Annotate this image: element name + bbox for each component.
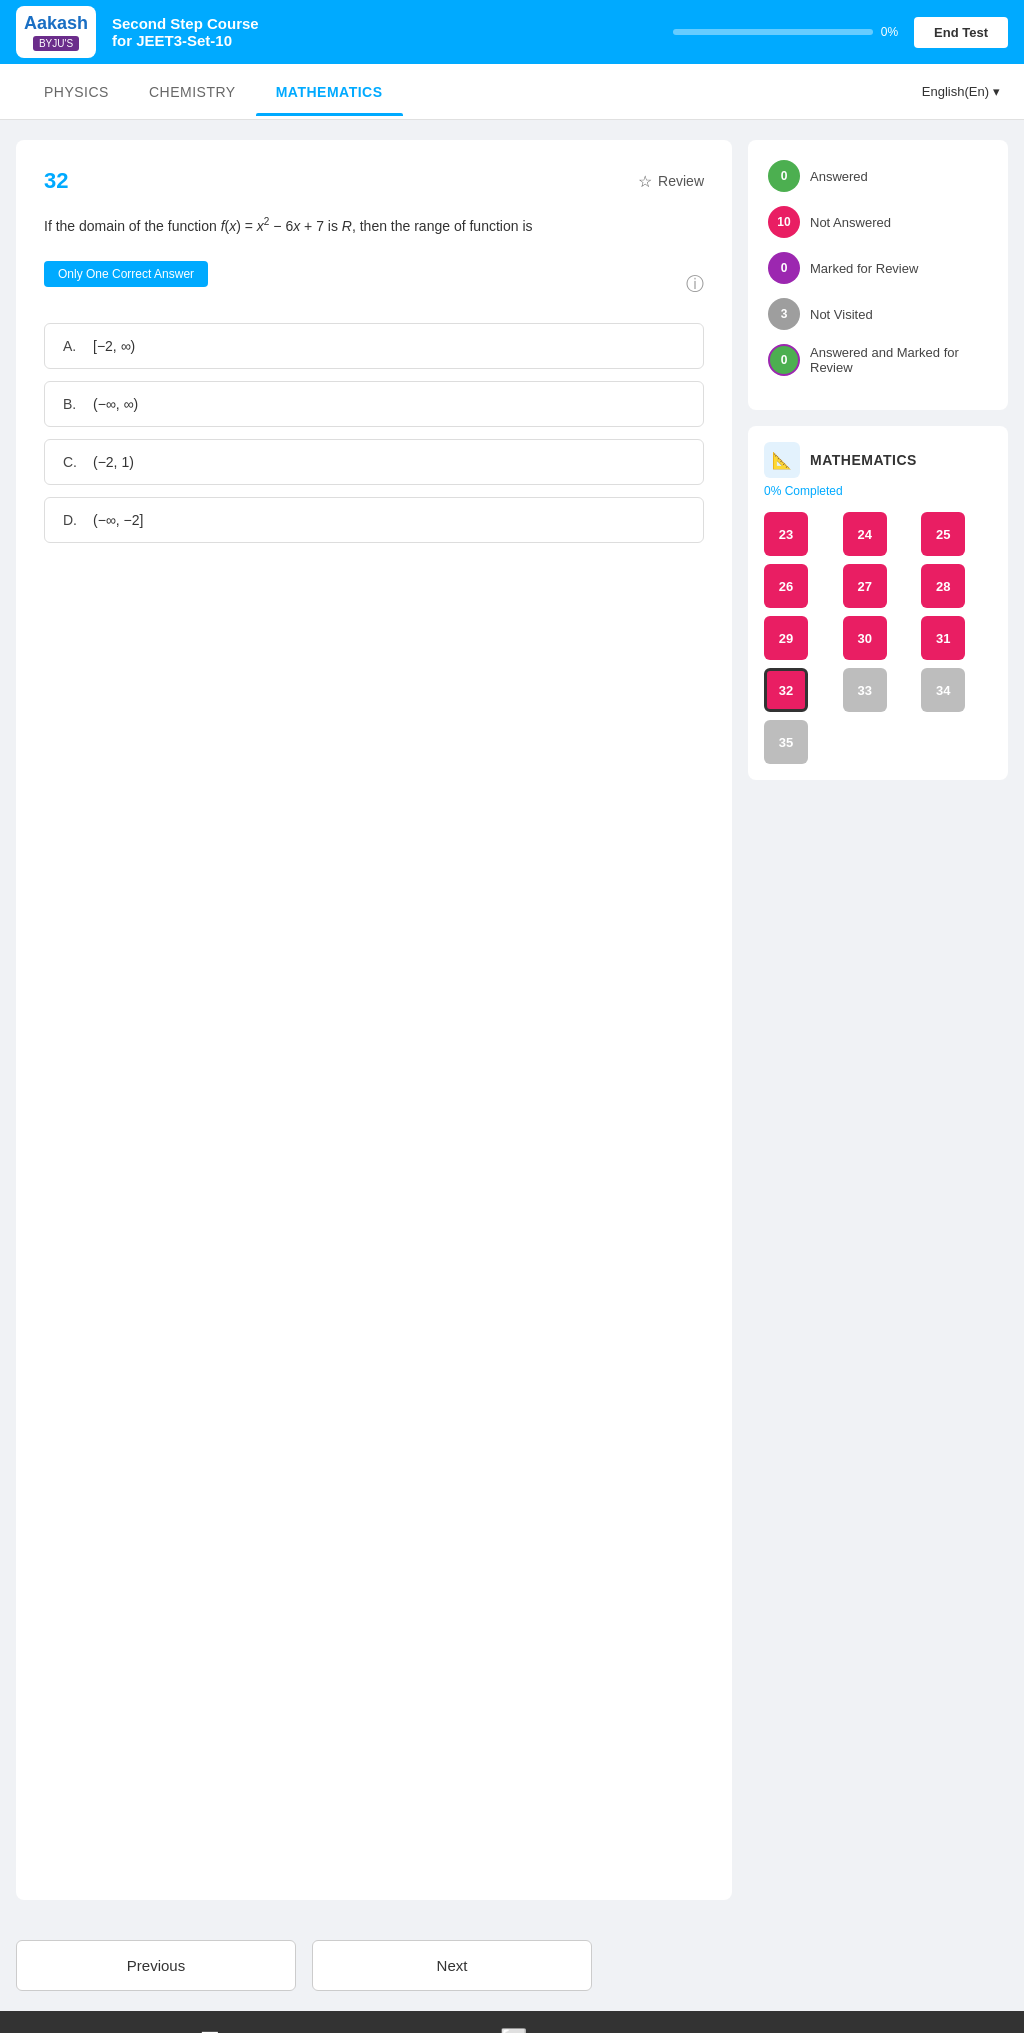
- not-answered-badge: 10: [768, 206, 800, 238]
- option-c-value: (−2, 1): [93, 454, 134, 470]
- info-icon[interactable]: ⓘ: [686, 272, 704, 296]
- option-b-value: (−∞, ∞): [93, 396, 138, 412]
- star-icon: ☆: [638, 172, 652, 191]
- option-a-label: A.: [63, 338, 83, 354]
- bottom-nav: ☰ ⬜ ◁: [0, 2011, 1024, 2033]
- question-btn-35[interactable]: 35: [764, 720, 808, 764]
- question-btn-31[interactable]: 31: [921, 616, 965, 660]
- previous-button[interactable]: Previous: [16, 1940, 296, 1991]
- marked-label: Marked for Review: [810, 261, 918, 276]
- main-content: 32 ☆ Review If the domain of the functio…: [0, 120, 1024, 1920]
- option-d[interactable]: D. (−∞, −2]: [44, 497, 704, 543]
- status-answered-marked: 0 Answered and Marked for Review: [768, 344, 988, 376]
- question-btn-29[interactable]: 29: [764, 616, 808, 660]
- progress-bar-container: [673, 29, 873, 35]
- review-label: Review: [658, 173, 704, 189]
- logo-aakash: Aakash: [24, 13, 88, 34]
- status-marked: 0 Marked for Review: [768, 252, 988, 284]
- question-btn-32[interactable]: 32: [764, 668, 808, 712]
- sidebar: 0 Answered 10 Not Answered 0 Marked for …: [748, 140, 1008, 1900]
- next-button[interactable]: Next: [312, 1940, 592, 1991]
- math-section-panel: 📐 MATHEMATICS 0% Completed 2324252627282…: [748, 426, 1008, 780]
- home-icon[interactable]: ⬜: [500, 2028, 527, 2033]
- question-panel: 32 ☆ Review If the domain of the functio…: [16, 140, 732, 1900]
- question-btn-24[interactable]: 24: [843, 512, 887, 556]
- tab-mathematics[interactable]: MATHEMATICS: [256, 68, 403, 116]
- answered-marked-badge: 0: [768, 344, 800, 376]
- option-a[interactable]: A. [−2, ∞): [44, 323, 704, 369]
- end-test-button[interactable]: End Test: [914, 17, 1008, 48]
- tab-chemistry[interactable]: CHEMISTRY: [129, 68, 256, 116]
- option-b[interactable]: B. (−∞, ∞): [44, 381, 704, 427]
- tab-physics[interactable]: PHYSICS: [24, 68, 129, 116]
- question-btn-25[interactable]: 25: [921, 512, 965, 556]
- progress-text: 0%: [881, 25, 898, 39]
- option-b-label: B.: [63, 396, 83, 412]
- tab-bar: PHYSICS CHEMISTRY MATHEMATICS English(En…: [0, 64, 1024, 120]
- not-answered-label: Not Answered: [810, 215, 891, 230]
- question-btn-23[interactable]: 23: [764, 512, 808, 556]
- option-d-value: (−∞, −2]: [93, 512, 143, 528]
- question-header: 32 ☆ Review: [44, 168, 704, 194]
- question-btn-34[interactable]: 34: [921, 668, 965, 712]
- not-visited-label: Not Visited: [810, 307, 873, 322]
- header-title: Second Step Course for JEET3-Set-10: [112, 15, 657, 49]
- option-d-label: D.: [63, 512, 83, 528]
- section-header: 📐 MATHEMATICS: [764, 442, 992, 478]
- option-c-label: C.: [63, 454, 83, 470]
- question-btn-26[interactable]: 26: [764, 564, 808, 608]
- question-btn-30[interactable]: 30: [843, 616, 887, 660]
- marked-badge: 0: [768, 252, 800, 284]
- answered-marked-label: Answered and Marked for Review: [810, 345, 988, 375]
- menu-icon[interactable]: ☰: [200, 2028, 220, 2033]
- question-btn-28[interactable]: 28: [921, 564, 965, 608]
- completed-text: 0% Completed: [764, 484, 992, 498]
- answered-label: Answered: [810, 169, 868, 184]
- status-not-visited: 3 Not Visited: [768, 298, 988, 330]
- status-panel: 0 Answered 10 Not Answered 0 Marked for …: [748, 140, 1008, 410]
- question-text: If the domain of the function f(x) = x2 …: [44, 214, 704, 237]
- header: Aakash BYJU'S Second Step Course for JEE…: [0, 0, 1024, 64]
- section-icon: 📐: [764, 442, 800, 478]
- language-label: English(En): [922, 84, 989, 99]
- language-selector[interactable]: English(En) ▾: [922, 84, 1000, 99]
- answer-type-badge: Only One Correct Answer: [44, 261, 208, 287]
- option-a-value: [−2, ∞): [93, 338, 135, 354]
- option-c[interactable]: C. (−2, 1): [44, 439, 704, 485]
- question-btn-27[interactable]: 27: [843, 564, 887, 608]
- logo-byjus: BYJU'S: [33, 36, 79, 51]
- status-not-answered: 10 Not Answered: [768, 206, 988, 238]
- answered-badge: 0: [768, 160, 800, 192]
- not-visited-badge: 3: [768, 298, 800, 330]
- question-btn-33[interactable]: 33: [843, 668, 887, 712]
- logo: Aakash BYJU'S: [16, 6, 96, 58]
- status-answered: 0 Answered: [768, 160, 988, 192]
- review-button[interactable]: ☆ Review: [638, 172, 704, 191]
- nav-buttons: Previous Next: [0, 1920, 1024, 2011]
- back-icon[interactable]: ◁: [807, 2028, 824, 2033]
- section-title: MATHEMATICS: [810, 452, 917, 468]
- options-container: A. [−2, ∞) B. (−∞, ∞) C. (−2, 1) D. (−∞,…: [44, 323, 704, 543]
- question-grid: 23 24 25 26 27 28 29 30 31 32 33 34 35: [764, 512, 992, 764]
- progress-area: 0%: [673, 25, 898, 39]
- question-number: 32: [44, 168, 68, 194]
- chevron-down-icon: ▾: [993, 84, 1000, 99]
